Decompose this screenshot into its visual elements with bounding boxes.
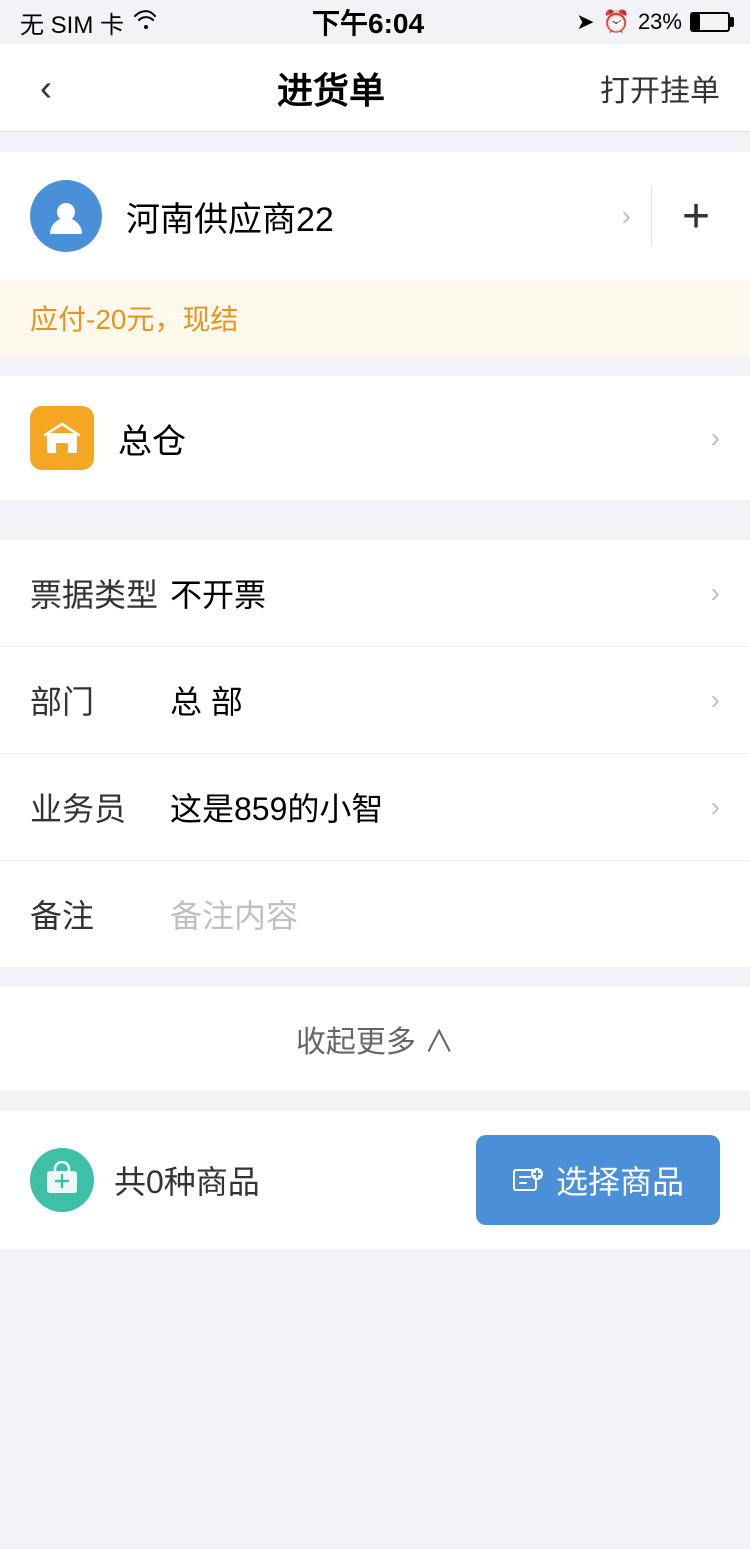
gap-1 <box>0 132 750 152</box>
carrier-label: 无 SIM 卡 <box>20 5 124 40</box>
battery-label: 23% <box>638 9 682 35</box>
salesperson-value: 这是859的小智 <box>170 784 711 830</box>
page-background <box>0 1249 750 1549</box>
open-pending-button[interactable]: 打开挂单 <box>600 66 720 110</box>
product-count-label: 共0种商品 <box>114 1157 456 1203</box>
warehouse-row[interactable]: 总仓 › <box>0 376 750 500</box>
department-label: 部门 <box>30 677 170 723</box>
battery-icon <box>690 12 730 32</box>
salesperson-chevron-icon: › <box>711 791 720 823</box>
invoice-type-value: 不开票 <box>170 570 711 616</box>
remark-row[interactable]: 备注 备注内容 <box>0 861 750 967</box>
warehouse-card[interactable]: 总仓 › <box>0 376 750 500</box>
alarm-icon: ⏰ <box>603 9 630 35</box>
department-value: 总 部 <box>170 677 711 723</box>
supplier-name: 河南供应商22 <box>126 192 622 241</box>
warehouse-label: 总仓 <box>118 414 711 463</box>
supplier-card: 河南供应商22 › + 应付-20元，现结 <box>0 152 750 356</box>
salesperson-row[interactable]: 业务员 这是859的小智 › <box>0 754 750 861</box>
salesperson-label: 业务员 <box>30 784 170 830</box>
select-product-label: 选择商品 <box>556 1157 684 1203</box>
wifi-icon <box>132 8 160 36</box>
select-product-button[interactable]: 选择商品 <box>476 1135 720 1225</box>
warehouse-chevron-icon: › <box>711 422 720 454</box>
supplier-avatar <box>30 180 102 252</box>
gap-2 <box>0 356 750 376</box>
invoice-type-row[interactable]: 票据类型 不开票 › <box>0 540 750 647</box>
supplier-divider <box>651 186 652 246</box>
nav-bar: ‹ 进货单 打开挂单 <box>0 44 750 132</box>
location-icon: ➤ <box>576 9 594 35</box>
invoice-type-chevron-icon: › <box>711 577 720 609</box>
form-section: 票据类型 不开票 › 部门 总 部 › 业务员 这是859的小智 › 备注 备注… <box>0 540 750 967</box>
bottom-bar: 共0种商品 选择商品 <box>0 1111 750 1249</box>
remark-placeholder: 备注内容 <box>170 891 720 937</box>
back-button[interactable]: ‹ <box>30 57 62 119</box>
collapse-button[interactable]: 收起更多 ∧ <box>0 987 750 1091</box>
notice-text: 应付-20元，现结 <box>30 304 238 335</box>
remark-label: 备注 <box>30 891 170 937</box>
status-left: 无 SIM 卡 <box>20 5 160 40</box>
status-time: 下午6:04 <box>312 2 424 42</box>
invoice-type-label: 票据类型 <box>30 570 170 616</box>
page-title: 进货单 <box>277 62 385 114</box>
collapse-label: 收起更多 ∧ <box>296 1017 454 1061</box>
warehouse-icon-bg <box>30 406 94 470</box>
notice-banner: 应付-20元，现结 <box>0 280 750 356</box>
product-icon-bg <box>30 1148 94 1212</box>
status-bar: 无 SIM 卡 下午6:04 ➤ ⏰ 23% <box>0 0 750 44</box>
supplier-chevron-icon: › <box>622 200 631 232</box>
status-right: ➤ ⏰ 23% <box>576 9 730 35</box>
add-supplier-button[interactable]: + <box>672 189 720 244</box>
gap-3 <box>0 500 750 520</box>
supplier-row[interactable]: 河南供应商22 › + <box>0 152 750 280</box>
department-chevron-icon: › <box>711 684 720 716</box>
department-row[interactable]: 部门 总 部 › <box>0 647 750 754</box>
